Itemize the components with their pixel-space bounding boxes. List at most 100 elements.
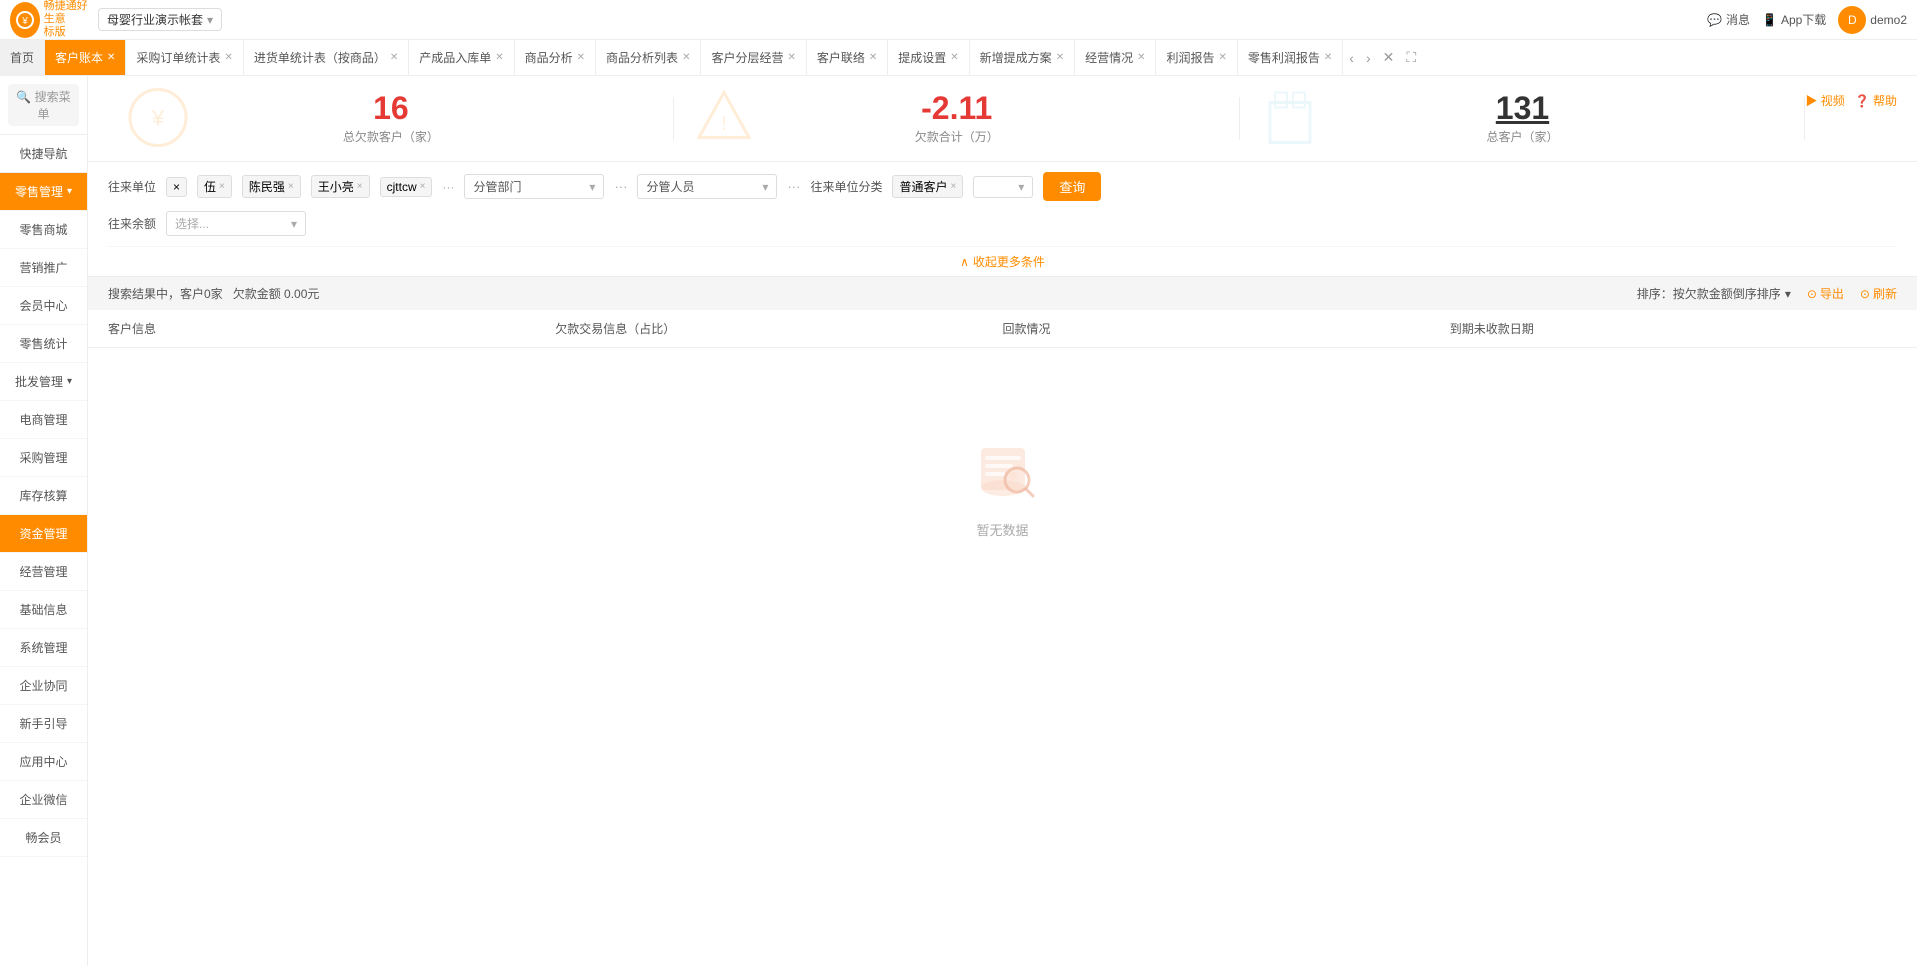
- close-tab-icon[interactable]: ✕: [577, 52, 585, 63]
- sidebar-item-inventory[interactable]: 库存核算: [0, 477, 87, 515]
- sidebar-item-enterprise-collab[interactable]: 企业协同: [0, 667, 87, 705]
- sidebar-item-member-center[interactable]: 会员中心: [0, 287, 87, 325]
- remove-tag-wang[interactable]: ×: [357, 181, 363, 192]
- remove-tag-chen[interactable]: ×: [288, 181, 294, 192]
- sidebar-item-enterprise-wechat[interactable]: 企业微信: [0, 781, 87, 819]
- tab-business-status[interactable]: 经营情况 ✕: [1075, 40, 1156, 75]
- category-select[interactable]: ▾: [973, 176, 1033, 198]
- sidebar-item-retail-stats[interactable]: 零售统计: [0, 325, 87, 363]
- svg-text:¥: ¥: [21, 16, 28, 27]
- app-download-btn[interactable]: 📱 App下载: [1762, 11, 1826, 28]
- filter-tag-wang[interactable]: 王小亮 ×: [311, 175, 370, 198]
- tab-goods-stats[interactable]: 进货单统计表（按商品） ✕: [244, 40, 409, 75]
- export-btn[interactable]: ⊙ 导出: [1807, 285, 1844, 302]
- filter-tag-wu[interactable]: 伍 ×: [197, 175, 232, 198]
- filter-row-1: 往来单位 × 伍 × 陈民强 × 王小亮 × cjttcw: [108, 172, 1897, 201]
- sidebar-item-operations[interactable]: 经营管理: [0, 553, 87, 591]
- dept-more-icon[interactable]: ···: [614, 179, 627, 194]
- sidebar-item-wholesale[interactable]: 批发管理 ▾: [0, 363, 87, 401]
- account-selector[interactable]: 母婴行业演示帐套 ▾: [98, 8, 222, 31]
- sidebar-item-finance[interactable]: 资金管理: [0, 515, 87, 553]
- data-table: 客户信息 欠款交易信息（占比） 回款情况 到期未收款日期: [88, 310, 1917, 966]
- filter-more-icon[interactable]: ···: [442, 180, 454, 194]
- sidebar-item-retail-mall[interactable]: 零售商城: [0, 211, 87, 249]
- tab-goods-analysis-list[interactable]: 商品分析列表 ✕: [596, 40, 701, 75]
- close-tab-icon[interactable]: ✕: [682, 52, 690, 63]
- close-tab-icon[interactable]: ✕: [495, 52, 503, 63]
- close-tab-icon[interactable]: ✕: [869, 52, 877, 63]
- stat-debt-total-value: -2.11: [921, 92, 992, 124]
- empty-icon: [963, 428, 1043, 508]
- sidebar-search-area[interactable]: 🔍 搜索菜单: [0, 76, 87, 135]
- remove-tag-cjttcw[interactable]: ×: [420, 181, 426, 192]
- sidebar-item-purchase[interactable]: 采购管理: [0, 439, 87, 477]
- remove-tag-wu[interactable]: ×: [219, 181, 225, 192]
- balance-select-arrow: ▾: [291, 217, 297, 231]
- search-button[interactable]: 查询: [1043, 172, 1101, 201]
- tab-goods-analysis[interactable]: 商品分析 ✕: [515, 40, 596, 75]
- tab-commission-settings[interactable]: 提成设置 ✕: [888, 40, 969, 75]
- filter-tag-all[interactable]: ×: [166, 177, 187, 197]
- sidebar-item-marketing[interactable]: 营销推广: [0, 249, 87, 287]
- tab-customer-tier[interactable]: 客户分层经营 ✕: [701, 40, 806, 75]
- sidebar-item-system[interactable]: 系统管理: [0, 629, 87, 667]
- dept-select[interactable]: 分管部门 ▾: [464, 174, 604, 199]
- stat-actions: ▶ 视频 ❓ 帮助: [1805, 92, 1897, 109]
- balance-select[interactable]: 选择... ▾: [166, 211, 306, 236]
- collapse-arrow-icon: ∧: [960, 255, 969, 269]
- tab-profit-report[interactable]: 利润报告 ✕: [1156, 40, 1237, 75]
- sidebar-item-retail-management[interactable]: 零售管理 ▾: [0, 173, 87, 211]
- quick-nav-item[interactable]: 快捷导航: [0, 139, 87, 168]
- sidebar-item-app-center[interactable]: 应用中心: [0, 743, 87, 781]
- category-filter-label: 往来单位分类: [810, 178, 882, 195]
- filter-tag-cjttcw[interactable]: cjttcw ×: [380, 177, 433, 197]
- person-more-icon[interactable]: ···: [787, 179, 800, 194]
- tab-fullscreen[interactable]: ⛶: [1400, 40, 1422, 75]
- sidebar-item-member[interactable]: 畅会员: [0, 819, 87, 857]
- tab-product-inbound[interactable]: 产成品入库单 ✕: [409, 40, 514, 75]
- filter-tag-normal-customer[interactable]: 普通客户 ×: [892, 175, 963, 198]
- quick-nav[interactable]: 快捷导航: [0, 135, 87, 173]
- close-tab-icon[interactable]: ✕: [950, 52, 958, 63]
- close-tab-icon[interactable]: ✕: [1056, 52, 1064, 63]
- stats-bar: ¥ 16 总欠款客户（家） ! -2.11 欠款合计（万）: [88, 76, 1917, 162]
- close-tab-icon[interactable]: ✕: [107, 52, 115, 63]
- refresh-icon: ⊙: [1860, 287, 1870, 301]
- close-tab-icon[interactable]: ✕: [224, 52, 232, 63]
- collapse-filter-btn[interactable]: ∧ 收起更多条件: [108, 246, 1897, 276]
- logo-icon: ¥: [10, 2, 40, 38]
- sidebar-item-beginner-guide[interactable]: 新手引导: [0, 705, 87, 743]
- close-tab-icon[interactable]: ✕: [1137, 52, 1145, 63]
- close-tab-icon[interactable]: ✕: [390, 52, 398, 63]
- tab-scroll-right[interactable]: ›: [1360, 40, 1377, 75]
- tab-add-commission-plan[interactable]: 新增提成方案 ✕: [970, 40, 1075, 75]
- tab-retail-profit[interactable]: 零售利润报告 ✕: [1238, 40, 1343, 75]
- top-header: ¥ 畅捷通好生意 标版 母婴行业演示帐套 ▾ 💬 消息 📱 App下载 D de…: [0, 0, 1917, 40]
- tab-purchase-order-stats[interactable]: 采购订单统计表 ✕: [126, 40, 243, 75]
- close-tab-icon[interactable]: ✕: [1219, 52, 1227, 63]
- tab-customer-ledger[interactable]: 客户账本 ✕: [45, 40, 126, 75]
- refresh-btn[interactable]: ⊙ 刷新: [1860, 285, 1897, 302]
- balance-filter-label: 往来余额: [108, 215, 156, 232]
- close-tab-icon[interactable]: ✕: [787, 52, 795, 63]
- remove-tag-normal[interactable]: ×: [950, 181, 956, 192]
- message-btn[interactable]: 💬 消息: [1707, 11, 1750, 28]
- user-menu[interactable]: D demo2: [1838, 6, 1907, 34]
- video-btn[interactable]: ▶ 视频: [1805, 92, 1844, 109]
- filter-tag-chen[interactable]: 陈民强 ×: [242, 175, 301, 198]
- search-menu-input[interactable]: 🔍 搜索菜单: [8, 84, 79, 126]
- person-select[interactable]: 分管人员 ▾: [637, 174, 777, 199]
- sort-select[interactable]: 排序：按欠款金额倒序排序 ▾: [1637, 285, 1791, 302]
- help-btn[interactable]: ❓ 帮助: [1855, 92, 1897, 109]
- app-icon: 📱: [1762, 13, 1777, 27]
- stat-total-customers: 131 总客户（家）: [1240, 92, 1806, 145]
- tab-customer-contact[interactable]: 客户联络 ✕: [807, 40, 888, 75]
- result-amount: 欠款金额 0.00元: [233, 285, 320, 302]
- logo-text: 畅捷通好生意 标版: [44, 0, 98, 39]
- sidebar-item-ecommerce[interactable]: 电商管理: [0, 401, 87, 439]
- tab-close-all[interactable]: ✕: [1377, 40, 1401, 75]
- sidebar-item-basic-info[interactable]: 基础信息: [0, 591, 87, 629]
- tab-home[interactable]: 首页: [0, 40, 45, 75]
- close-tab-icon[interactable]: ✕: [1324, 52, 1332, 63]
- tab-scroll-left[interactable]: ‹: [1343, 40, 1360, 75]
